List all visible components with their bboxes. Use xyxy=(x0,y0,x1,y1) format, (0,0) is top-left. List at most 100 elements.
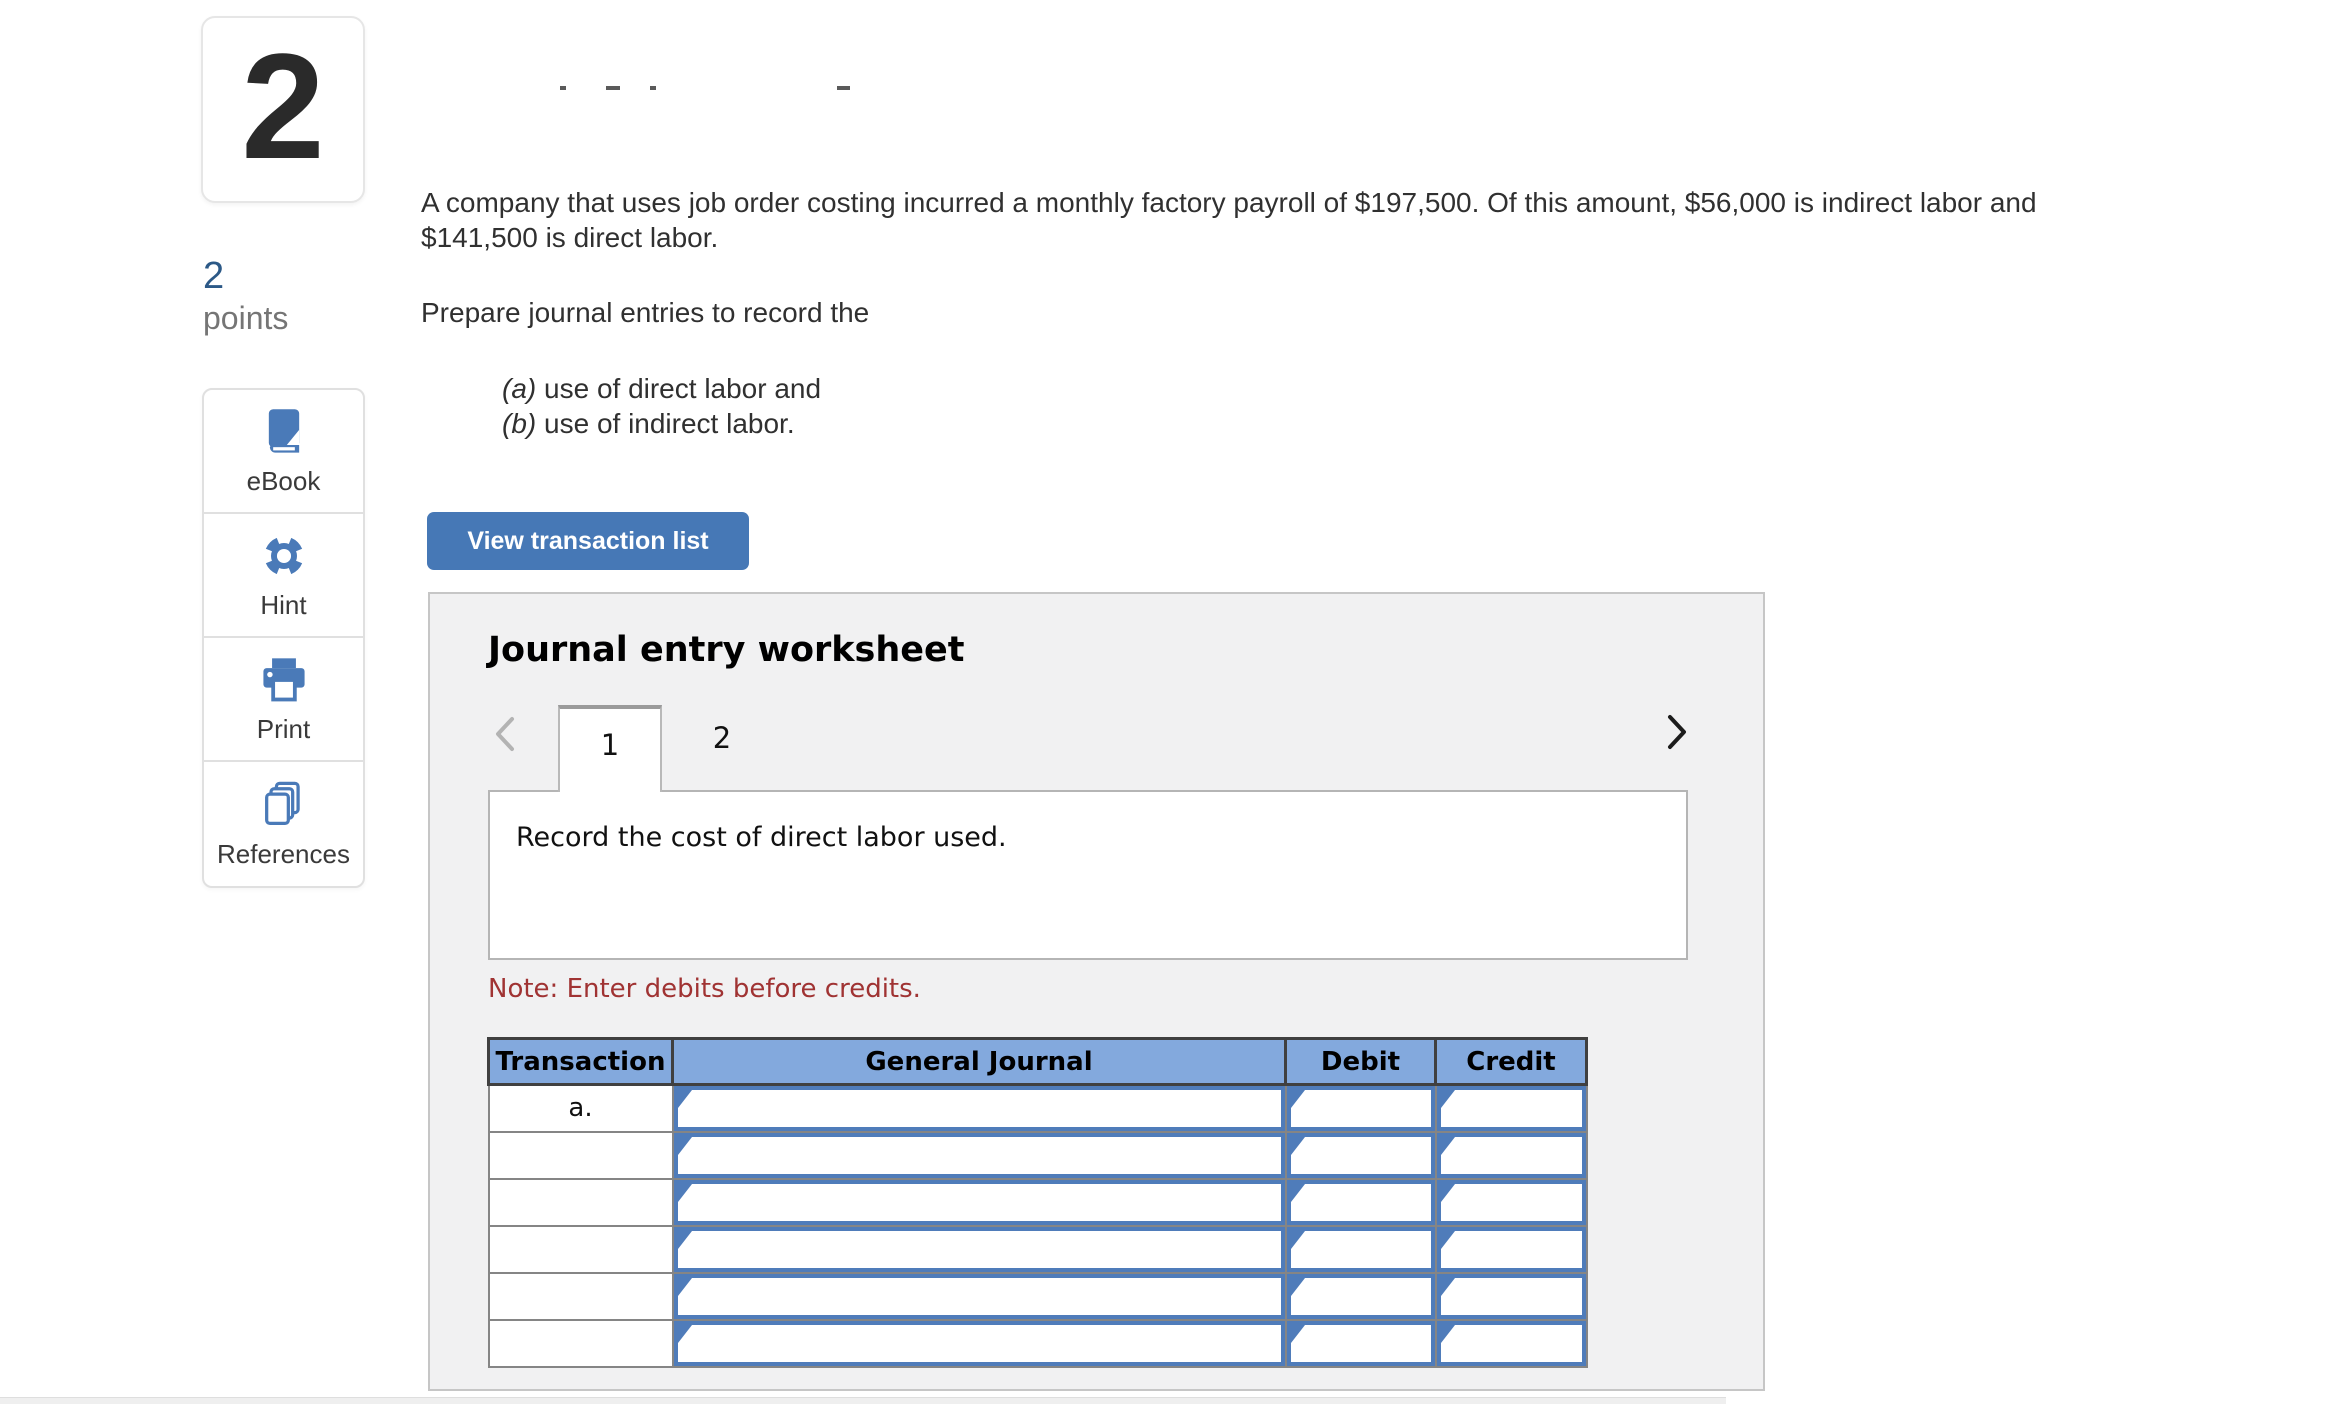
list-item-a: (a) use of direct labor and xyxy=(502,371,821,406)
tab-1-label: 1 xyxy=(560,728,660,762)
general-journal-input[interactable] xyxy=(674,1227,1285,1272)
dropdown-pennant-icon xyxy=(1291,1278,1305,1296)
references-button[interactable]: References xyxy=(204,762,363,886)
dropdown-pennant-icon xyxy=(1291,1184,1305,1202)
dropdown-pennant-icon xyxy=(1291,1137,1305,1155)
cropped-text-fragment xyxy=(606,86,620,90)
credit-cell xyxy=(1436,1085,1587,1132)
dropdown-pennant-icon xyxy=(1441,1184,1455,1202)
life-ring-icon xyxy=(258,530,310,582)
dropdown-pennant-icon xyxy=(678,1278,692,1296)
header-credit: Credit xyxy=(1436,1039,1587,1085)
tab-2[interactable]: 2 xyxy=(692,708,752,768)
dropdown-pennant-icon xyxy=(1441,1231,1455,1249)
note-text: Note: Enter debits before credits. xyxy=(488,974,921,1004)
cropped-text-fragment xyxy=(560,86,566,90)
transaction-cell: a. xyxy=(489,1085,673,1132)
debit-cell xyxy=(1286,1132,1436,1179)
item-a-marker: (a) xyxy=(502,373,536,404)
dropdown-pennant-icon xyxy=(1291,1090,1305,1108)
question-list: (a) use of direct labor and (b) use of i… xyxy=(502,371,821,441)
credit-cell xyxy=(1436,1226,1587,1273)
item-b-marker: (b) xyxy=(502,408,536,439)
general-journal-cell xyxy=(673,1179,1286,1226)
journal-table: Transaction General Journal Debit Credit… xyxy=(487,1037,1588,1368)
credit-cell xyxy=(1436,1132,1587,1179)
general-journal-input[interactable] xyxy=(674,1133,1285,1178)
points-label: points xyxy=(203,298,288,338)
debit-input[interactable] xyxy=(1287,1274,1435,1319)
question-body: A company that uses job order costing in… xyxy=(421,185,2291,255)
references-label: References xyxy=(217,839,350,870)
dropdown-pennant-icon xyxy=(1441,1137,1455,1155)
dropdown-pennant-icon xyxy=(678,1184,692,1202)
points-block: 2 points xyxy=(203,254,288,338)
credit-input[interactable] xyxy=(1437,1227,1586,1272)
question-instruction: Prepare journal entries to record the xyxy=(421,297,869,329)
credit-cell xyxy=(1436,1179,1587,1226)
cropped-text-fragment xyxy=(837,86,850,90)
dropdown-pennant-icon xyxy=(1291,1325,1305,1343)
credit-input[interactable] xyxy=(1437,1133,1586,1178)
view-transaction-list-button[interactable]: View transaction list xyxy=(427,512,749,570)
stacked-pages-icon xyxy=(258,779,310,831)
dropdown-pennant-icon xyxy=(678,1325,692,1343)
general-journal-cell xyxy=(673,1320,1286,1367)
chevron-right-icon[interactable] xyxy=(1662,712,1692,756)
table-row xyxy=(489,1132,1587,1179)
print-label: Print xyxy=(257,714,310,745)
dropdown-pennant-icon xyxy=(1291,1231,1305,1249)
debit-cell xyxy=(1286,1179,1436,1226)
table-row xyxy=(489,1273,1587,1320)
credit-input[interactable] xyxy=(1437,1180,1586,1225)
transaction-description: Record the cost of direct labor used. xyxy=(516,822,1007,853)
transaction-description-box: Record the cost of direct labor used. xyxy=(488,790,1688,960)
dropdown-pennant-icon xyxy=(1441,1278,1455,1296)
debit-input[interactable] xyxy=(1287,1133,1435,1178)
debit-input[interactable] xyxy=(1287,1321,1435,1366)
dropdown-pennant-icon xyxy=(1441,1090,1455,1108)
table-header-row: Transaction General Journal Debit Credit xyxy=(489,1039,1587,1085)
table-row xyxy=(489,1320,1587,1367)
general-journal-input[interactable] xyxy=(674,1086,1285,1131)
debit-input[interactable] xyxy=(1287,1180,1435,1225)
transaction-cell xyxy=(489,1179,673,1226)
general-journal-input[interactable] xyxy=(674,1321,1285,1366)
general-journal-input[interactable] xyxy=(674,1274,1285,1319)
credit-cell xyxy=(1436,1320,1587,1367)
transaction-cell xyxy=(489,1273,673,1320)
table-row xyxy=(489,1226,1587,1273)
ebook-label: eBook xyxy=(247,466,321,497)
hint-label: Hint xyxy=(260,590,306,621)
debit-cell xyxy=(1286,1273,1436,1320)
debit-input[interactable] xyxy=(1287,1086,1435,1131)
credit-input[interactable] xyxy=(1437,1321,1586,1366)
dropdown-pennant-icon xyxy=(1441,1325,1455,1343)
credit-input[interactable] xyxy=(1437,1274,1586,1319)
journal-table-wrap: Transaction General Journal Debit Credit… xyxy=(487,1037,1588,1368)
print-button[interactable]: Print xyxy=(204,638,363,762)
transaction-cell xyxy=(489,1226,673,1273)
general-journal-cell xyxy=(673,1132,1286,1179)
book-icon xyxy=(258,406,310,458)
general-journal-cell xyxy=(673,1273,1286,1320)
table-row xyxy=(489,1179,1587,1226)
header-debit: Debit xyxy=(1286,1039,1436,1085)
debit-cell xyxy=(1286,1320,1436,1367)
header-general-journal: General Journal xyxy=(673,1039,1286,1085)
general-journal-cell xyxy=(673,1085,1286,1132)
item-b-text: use of indirect labor. xyxy=(536,408,794,439)
points-value: 2 xyxy=(203,254,288,298)
bottom-strip xyxy=(0,1397,1726,1404)
general-journal-input[interactable] xyxy=(674,1180,1285,1225)
dropdown-pennant-icon xyxy=(678,1090,692,1108)
worksheet-title: Journal entry worksheet xyxy=(488,630,964,670)
chevron-left-icon[interactable] xyxy=(490,714,520,758)
dropdown-pennant-icon xyxy=(678,1137,692,1155)
credit-input[interactable] xyxy=(1437,1086,1586,1131)
hint-button[interactable]: Hint xyxy=(204,514,363,638)
ebook-button[interactable]: eBook xyxy=(204,390,363,514)
tab-1[interactable]: 1 xyxy=(558,705,662,792)
question-page: 2 2 points eBook xyxy=(0,0,2339,1404)
debit-input[interactable] xyxy=(1287,1227,1435,1272)
